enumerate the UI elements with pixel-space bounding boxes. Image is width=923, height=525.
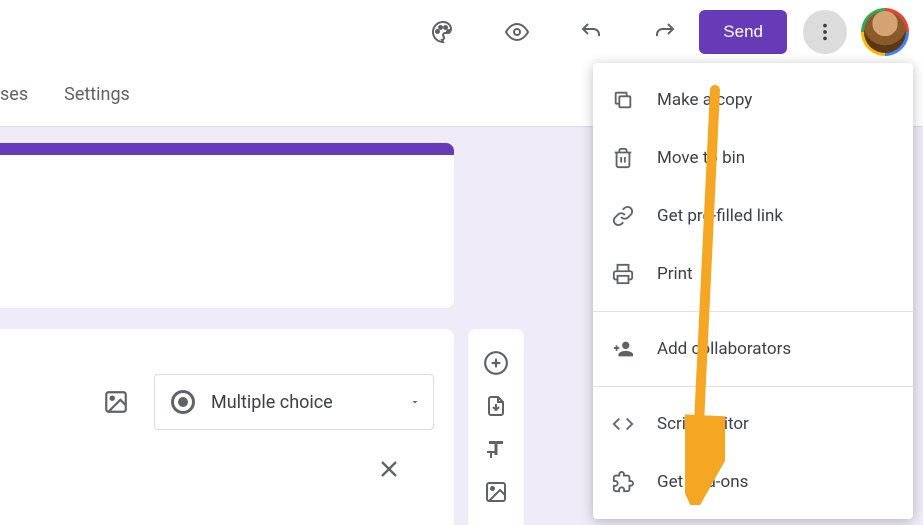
menu-item-label: Print bbox=[657, 264, 693, 284]
menu-add-collaborators[interactable]: Add collaborators bbox=[593, 320, 913, 378]
menu-make-copy[interactable]: Make a copy bbox=[593, 71, 913, 129]
remove-option-icon[interactable] bbox=[375, 455, 403, 487]
more-menu-button[interactable] bbox=[803, 10, 847, 54]
avatar[interactable] bbox=[861, 8, 909, 56]
print-icon bbox=[611, 262, 635, 286]
menu-item-label: Add collaborators bbox=[657, 339, 791, 359]
link-icon bbox=[611, 204, 635, 228]
add-collaborators-icon bbox=[611, 337, 635, 361]
extension-icon bbox=[611, 470, 635, 494]
menu-divider bbox=[593, 386, 913, 387]
radio-icon bbox=[171, 390, 195, 414]
import-questions-icon[interactable] bbox=[480, 392, 512, 419]
chevron-down-icon bbox=[409, 393, 421, 412]
menu-move-to-bin[interactable]: Move to bin bbox=[593, 129, 913, 187]
code-icon bbox=[611, 412, 635, 436]
question-toolbar bbox=[468, 329, 524, 525]
copy-icon bbox=[611, 88, 635, 112]
undo-icon[interactable] bbox=[571, 12, 611, 52]
customize-theme-icon[interactable] bbox=[423, 12, 463, 52]
question-type-select[interactable]: Multiple choice bbox=[154, 374, 434, 430]
menu-script-editor[interactable]: Script editor bbox=[593, 395, 913, 453]
tab-settings[interactable]: Settings bbox=[46, 84, 148, 105]
tab-responses[interactable]: ses bbox=[0, 84, 46, 105]
add-question-icon[interactable] bbox=[480, 349, 512, 376]
form-header-card[interactable] bbox=[0, 143, 454, 308]
menu-print[interactable]: Print bbox=[593, 245, 913, 303]
menu-prefilled-link[interactable]: Get pre-filled link bbox=[593, 187, 913, 245]
menu-item-label: Get pre-filled link bbox=[657, 206, 783, 226]
add-title-icon[interactable] bbox=[480, 435, 512, 462]
header: Send bbox=[0, 0, 923, 63]
menu-item-label: Make a copy bbox=[657, 90, 752, 110]
add-image-icon[interactable] bbox=[480, 478, 512, 505]
question-type-label: Multiple choice bbox=[211, 392, 393, 413]
question-card[interactable]: Multiple choice bbox=[0, 329, 454, 525]
trash-icon bbox=[611, 146, 635, 170]
redo-icon[interactable] bbox=[645, 12, 685, 52]
menu-item-label: Get add-ons bbox=[657, 472, 748, 492]
more-menu-dropdown: Make a copy Move to bin Get pre-filled l… bbox=[593, 63, 913, 519]
question-row: Multiple choice bbox=[0, 329, 454, 430]
menu-divider bbox=[593, 311, 913, 312]
menu-get-addons[interactable]: Get add-ons bbox=[593, 453, 913, 511]
preview-icon[interactable] bbox=[497, 12, 537, 52]
menu-item-label: Move to bin bbox=[657, 148, 745, 168]
add-image-icon[interactable] bbox=[96, 382, 136, 422]
send-button[interactable]: Send bbox=[699, 10, 787, 54]
menu-item-label: Script editor bbox=[657, 414, 749, 434]
